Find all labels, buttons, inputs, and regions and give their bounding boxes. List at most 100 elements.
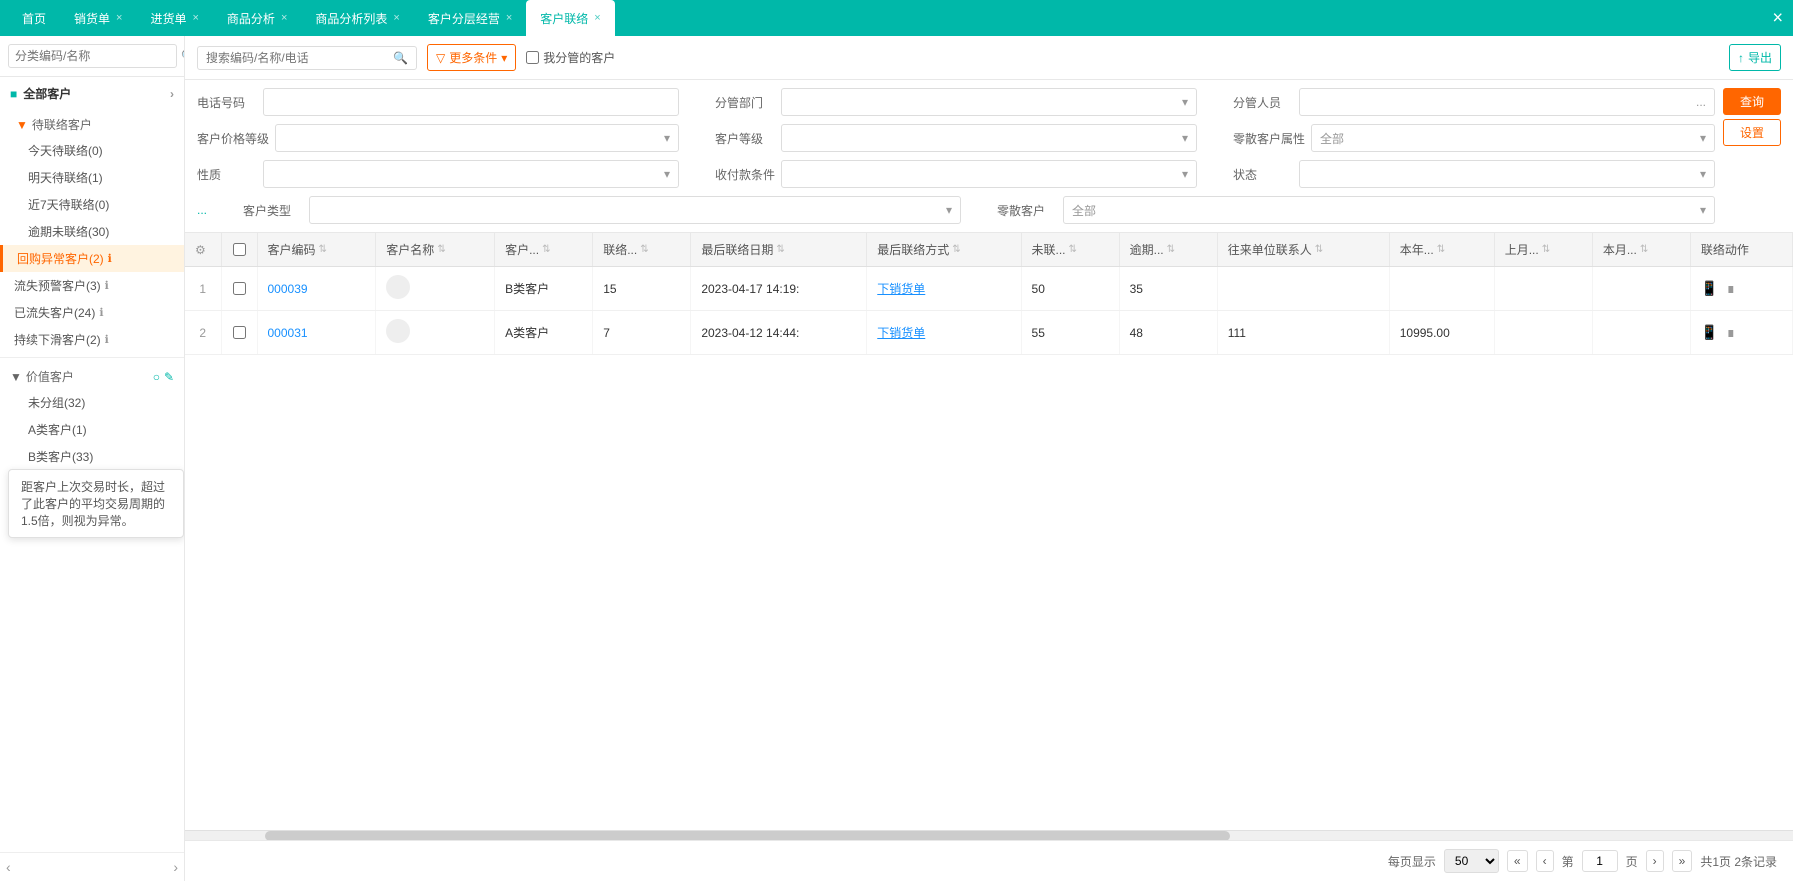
sidebar-item-overdue[interactable]: 逾期未联络(30) (0, 218, 184, 245)
first-page-button[interactable]: « (1507, 850, 1528, 872)
sort-icon[interactable]: ⇅ (1437, 244, 1445, 255)
last-contact-type-link[interactable]: 下销货单 (877, 326, 925, 340)
sidebar-item-repurchase-abnormal[interactable]: 回购异常客户(2) ℹ (0, 245, 184, 272)
info-icon: ℹ (105, 279, 109, 292)
nav-sales-order[interactable]: 销货单 × (60, 0, 136, 36)
prev-page-button[interactable]: ‹ (1536, 850, 1554, 872)
nav-purchase-order[interactable]: 进货单 × (136, 0, 212, 36)
last-page-button[interactable]: » (1672, 850, 1693, 872)
chevron-down-icon: ▾ (664, 131, 670, 145)
close-icon[interactable]: × (506, 12, 512, 24)
grid-icon[interactable]: ∎ (1726, 324, 1735, 341)
row-uncontacted: 50 (1021, 267, 1119, 311)
sidebar-item-tomorrow[interactable]: 明天待联络(1) (0, 164, 184, 191)
sidebar-item-class-b[interactable]: B类客户(33) (0, 443, 184, 470)
all-customers-header[interactable]: ■ 全部客户 › (0, 77, 184, 110)
table-row: 2 000031 A类客户 (185, 311, 1793, 355)
chevron-down-icon: ▾ (664, 167, 670, 181)
close-icon[interactable]: × (594, 12, 600, 24)
th-contact-person: 往来单位联系人⇅ (1217, 233, 1389, 267)
sort-icon[interactable]: ⇅ (1542, 244, 1550, 255)
retail-customer-select[interactable]: 全部 ▾ (1063, 196, 1715, 224)
th-uncontacted: 未联...⇅ (1021, 233, 1119, 267)
sort-icon[interactable]: ⇅ (1315, 244, 1323, 255)
gender-select[interactable]: ▾ (263, 160, 679, 188)
filter-bar: 🔍 ▽ 更多条件 ▾ 我分管的客户 ↑ 导出 (185, 36, 1793, 80)
row-checkbox[interactable] (233, 326, 246, 339)
manager-select[interactable]: ... (1299, 88, 1715, 116)
sidebar: 🔍 ■ 全部客户 › ▼ 待联络客户 今天待联络(0) 明天待联络(1) 近7天… (0, 36, 185, 881)
nav-customer-contact[interactable]: 客户联络 × (526, 0, 614, 36)
close-icon[interactable]: × (281, 12, 287, 24)
retail-attr-select[interactable]: 全部 ▾ (1311, 124, 1715, 152)
search-input[interactable] (206, 51, 389, 65)
row-contact-count: 15 (593, 267, 691, 311)
close-icon[interactable]: × (116, 12, 122, 24)
sidebar-item-class-a[interactable]: A类客户(1) (0, 416, 184, 443)
nav-product-analysis-list[interactable]: 商品分析列表 × (301, 0, 413, 36)
sort-icon[interactable]: ⇅ (1167, 244, 1175, 255)
export-button[interactable]: ↑ 导出 (1729, 44, 1781, 71)
customer-level-select[interactable]: ▾ (781, 124, 1197, 152)
my-customers-check[interactable] (526, 51, 539, 64)
current-page-input[interactable] (1582, 850, 1618, 872)
nav-customer-tier[interactable]: 客户分层经营 × (414, 0, 526, 36)
edit-icon[interactable]: ✎ (164, 370, 174, 384)
per-page-select[interactable]: 50 100 200 (1444, 849, 1499, 873)
close-icon[interactable]: × (192, 12, 198, 24)
horizontal-scrollbar[interactable] (185, 830, 1793, 840)
grid-icon[interactable]: ∎ (1726, 280, 1735, 297)
settings-button[interactable]: 设置 (1723, 119, 1781, 146)
select-all-checkbox[interactable] (233, 243, 246, 256)
next-page-button[interactable]: › (1646, 850, 1664, 872)
row-code[interactable]: 000039 (257, 267, 376, 311)
dept-select[interactable]: ▾ (781, 88, 1197, 116)
query-button[interactable]: 查询 (1723, 88, 1781, 115)
sort-icon[interactable]: ⇅ (1640, 244, 1648, 255)
last-contact-type-link[interactable]: 下销货单 (877, 282, 925, 296)
value-customers-header[interactable]: ▼ 价值客户 ○ ✎ (0, 362, 184, 389)
sort-icon[interactable]: ⇅ (776, 244, 784, 255)
phone-icon[interactable]: 📱 (1701, 324, 1718, 341)
price-level-select[interactable]: ▾ (275, 124, 679, 152)
triangle-icon: ▼ (10, 370, 22, 384)
row-checkbox[interactable] (233, 282, 246, 295)
sort-icon[interactable]: ⇅ (640, 244, 648, 255)
sidebar-item-unclassified[interactable]: 未分组(32) (0, 389, 184, 416)
row-this-month (1592, 267, 1690, 311)
nav-product-analysis[interactable]: 商品分析 × (213, 0, 301, 36)
sort-icon[interactable]: ⇅ (437, 244, 445, 255)
close-all-button[interactable]: × (1772, 8, 1783, 29)
category-search-input[interactable] (8, 44, 177, 68)
sidebar-item-churn-warning[interactable]: 流失预警客户(3) ℹ (0, 272, 184, 299)
pagination-bar: 每页显示 50 100 200 « ‹ 第 页 › » 共1页 2条记录 (185, 840, 1793, 881)
nav-home[interactable]: 首页 (8, 0, 60, 36)
sidebar-item-today[interactable]: 今天待联络(0) (0, 137, 184, 164)
chevron-right-icon[interactable]: › (170, 87, 174, 101)
pending-contact-header: ▼ 待联络客户 (0, 110, 184, 137)
row-contact-person (1217, 267, 1389, 311)
close-icon[interactable]: × (393, 12, 399, 24)
search-submit-icon[interactable]: 🔍 (393, 51, 408, 65)
customer-type-select[interactable]: ▾ (309, 196, 961, 224)
phone-input[interactable] (263, 88, 679, 116)
payment-select[interactable]: ▾ (781, 160, 1197, 188)
my-customers-checkbox[interactable]: 我分管的客户 (526, 49, 615, 66)
more-filters-link[interactable]: ... (197, 203, 207, 217)
sidebar-item-churned[interactable]: 已流失客户(24) ℹ (0, 299, 184, 326)
sort-icon[interactable]: ⇅ (542, 244, 550, 255)
sidebar-item-declining[interactable]: 持续下滑客户(2) ℹ (0, 326, 184, 353)
settings-icon[interactable]: ⚙ (195, 243, 206, 257)
phone-icon[interactable]: 📱 (1701, 280, 1718, 297)
refresh-icon[interactable]: ○ (153, 370, 160, 384)
left-arrow-icon[interactable]: ‹ (6, 859, 11, 875)
sidebar-item-7days[interactable]: 近7天待联络(0) (0, 191, 184, 218)
sort-icon[interactable]: ⇅ (952, 244, 960, 255)
row-code[interactable]: 000031 (257, 311, 376, 355)
info-icon: ℹ (108, 252, 112, 265)
right-arrow-icon[interactable]: › (173, 859, 178, 875)
more-filters-button[interactable]: ▽ 更多条件 ▾ (427, 44, 516, 71)
status-select[interactable]: ▾ (1299, 160, 1715, 188)
sort-icon[interactable]: ⇅ (1069, 244, 1077, 255)
sort-icon[interactable]: ⇅ (319, 244, 327, 255)
